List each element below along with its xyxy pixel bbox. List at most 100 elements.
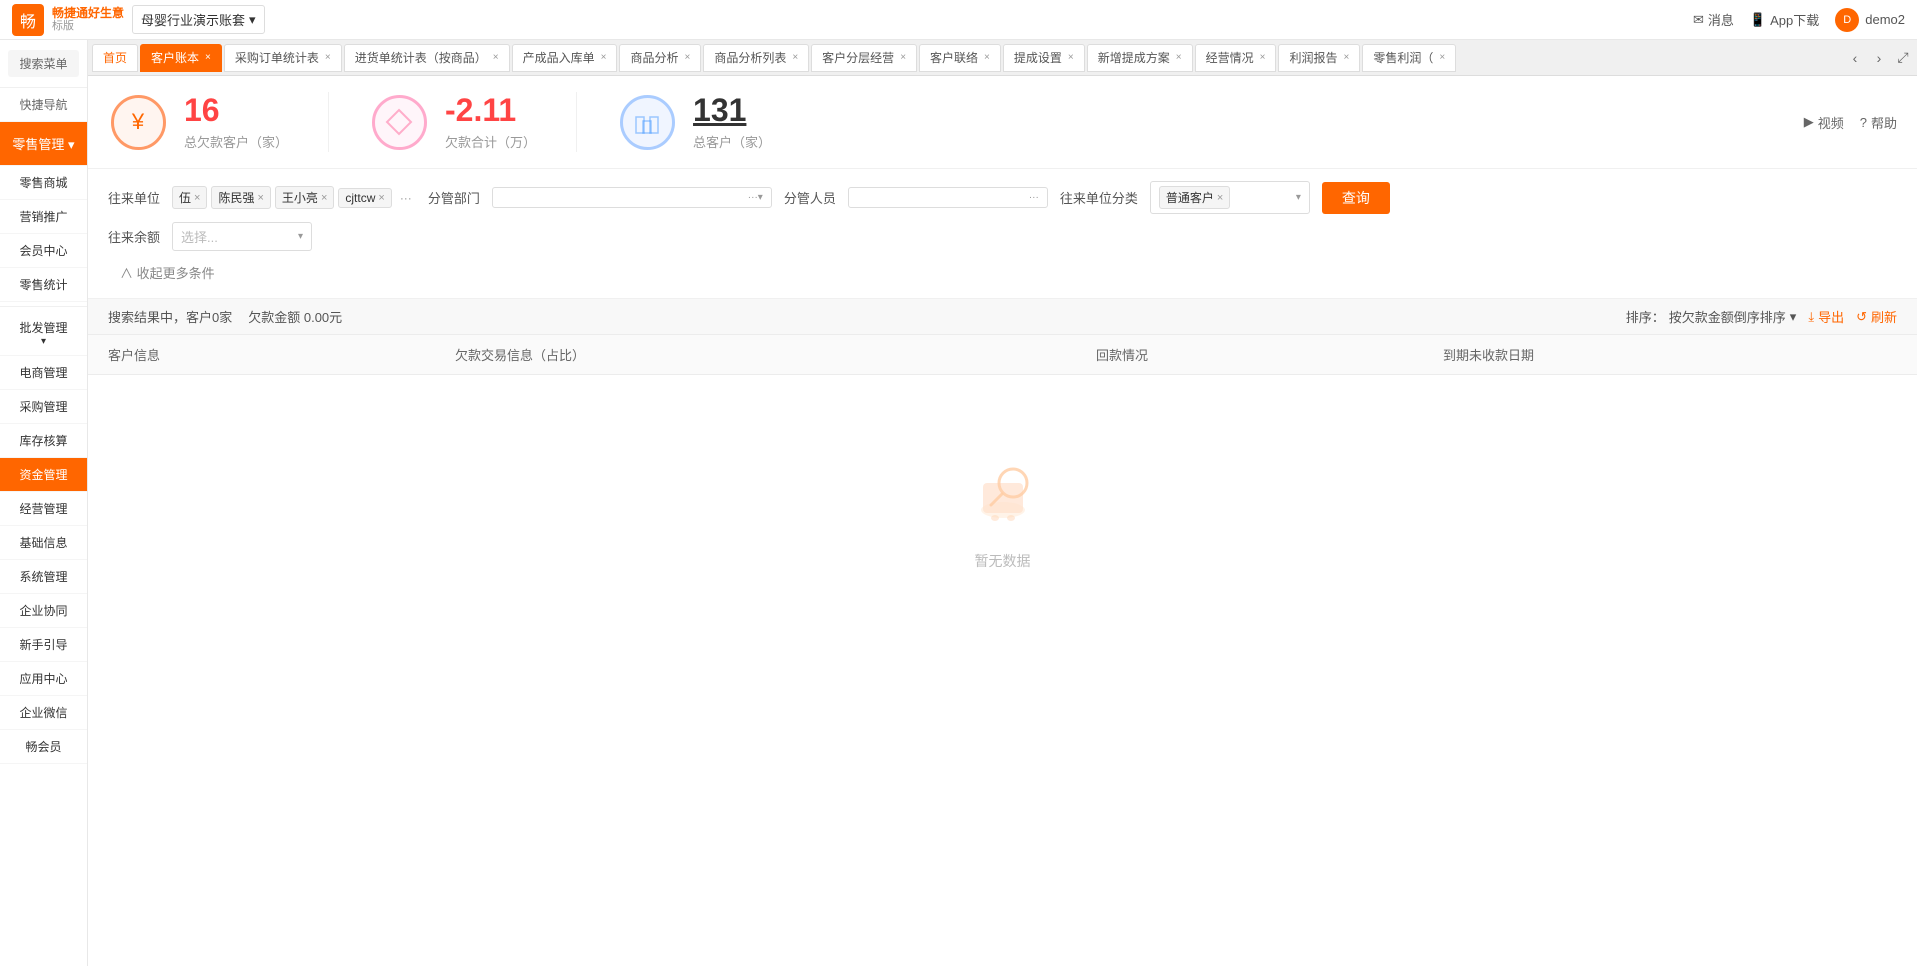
unit-class-select[interactable]: 普通客户 × ▾ [1150, 181, 1310, 214]
tab-product-analysis-list[interactable]: 商品分析列表 × [703, 44, 809, 72]
tab-close-icon[interactable]: × [1343, 52, 1349, 63]
collapse-btn[interactable]: ∧ 收起更多条件 [108, 259, 1897, 286]
col-repayment: 回款情况 [1076, 335, 1423, 375]
sort-label: 排序： [1626, 307, 1665, 326]
stat-value-all: 131 [693, 93, 771, 128]
results-actions: 排序： 按欠款金额倒序排序 ▾ ⤓ 导出 ↺ 刷新 [1626, 307, 1897, 326]
tab-customer-contact[interactable]: 客户联络 × [919, 44, 1001, 72]
tab-product-inbound[interactable]: 产成品入库单 × [512, 44, 618, 72]
tab-business[interactable]: 经营情况 × [1195, 44, 1277, 72]
store-selector[interactable]: 母婴行业演示账套 ▾ [132, 5, 265, 34]
sidebar-item-retail-mgmt[interactable]: 零售管理 ▾ [0, 122, 87, 166]
dept-select[interactable]: ··· ▾ [492, 187, 772, 208]
sidebar-item-inventory[interactable]: 库存核算 [0, 424, 87, 458]
export-btn[interactable]: ⤓ 导出 [1808, 307, 1844, 326]
filter-tag-unit: 伍 × [172, 186, 207, 209]
tab-customer-segment[interactable]: 客户分层经营 × [811, 44, 917, 72]
refresh-btn[interactable]: ↺ 刷新 [1856, 307, 1897, 326]
tag-close-icon[interactable]: × [378, 192, 384, 204]
balance-select[interactable]: 选择... ▾ [172, 222, 312, 251]
filter-tag-chenminqiang: 陈民强 × [211, 186, 270, 209]
logo-icon: 畅 [12, 4, 44, 36]
sidebar-item-retail-mall[interactable]: 零售商城 [0, 166, 87, 200]
tab-product-analysis[interactable]: 商品分析 × [619, 44, 701, 72]
unit-filter-label: 往来单位 [108, 188, 160, 207]
store-selector-arrow: ▾ [249, 12, 256, 28]
sidebar-item-member[interactable]: 会员中心 [0, 234, 87, 268]
sidebar-item-wholesale[interactable]: 批发管理 ▾ [0, 311, 87, 356]
tag-close-icon[interactable]: × [194, 192, 200, 204]
tab-new-promotion[interactable]: 新增提成方案 × [1087, 44, 1193, 72]
tab-close-icon[interactable]: × [325, 52, 331, 63]
sidebar-item-enterprise-wechat[interactable]: 企业微信 [0, 696, 87, 730]
sidebar-item-purchase[interactable]: 采购管理 [0, 390, 87, 424]
tab-close-icon[interactable]: × [1439, 52, 1445, 63]
sort-value: 按欠款金额倒序排序 [1669, 307, 1786, 326]
results-info: 搜索结果中，客户0家 欠款金额 0.00元 [108, 307, 342, 326]
tab-close-icon[interactable]: × [493, 52, 499, 63]
filter-tag-wangxiaoliang: 王小亮 × [275, 186, 334, 209]
tab-incoming-stat[interactable]: 进货单统计表（按商品） × [344, 44, 510, 72]
tab-close-icon[interactable]: × [1176, 52, 1182, 63]
empty-illustration [963, 455, 1043, 535]
sidebar-item-enterprise-coop[interactable]: 企业协同 [0, 594, 87, 628]
sidebar-item-sys[interactable]: 系统管理 [0, 560, 87, 594]
tab-close-icon[interactable]: × [984, 52, 990, 63]
sidebar-item-new-guide[interactable]: 新手引导 [0, 628, 87, 662]
debt-icon [372, 95, 427, 150]
tag-close-icon[interactable]: × [321, 192, 327, 204]
sidebar-item-retail-stats[interactable]: 零售统计 [0, 268, 87, 302]
empty-text: 暂无数据 [975, 551, 1031, 571]
tab-controls: ‹ › ⤢ [1845, 48, 1913, 68]
tab-close-icon[interactable]: × [1260, 52, 1266, 63]
tab-close-icon[interactable]: × [900, 52, 906, 63]
top-bar: 畅 畅捷通好生意 标版 母婴行业演示账套 ▾ ✉ 消息 📱 App下载 D de… [0, 0, 1917, 40]
help-link[interactable]: ? 帮助 [1860, 113, 1897, 132]
search-menu-btn[interactable]: 搜索菜单 [8, 50, 79, 77]
chevron-down-icon: ▾ [758, 192, 763, 203]
video-link[interactable]: ▶ 视频 [1804, 113, 1844, 132]
tab-close-icon[interactable]: × [601, 52, 607, 63]
sidebar-item-vip[interactable]: 畅会员 [0, 730, 87, 764]
quick-nav-btn[interactable]: 快捷导航 [0, 88, 87, 122]
stat-value-customers: 16 [184, 93, 288, 128]
tab-bar: 首页 客户账本 × 采购订单统计表 × 进货单统计表（按商品） × 产成品入库单… [88, 40, 1917, 76]
tab-home[interactable]: 首页 [92, 44, 138, 72]
tab-close-icon[interactable]: × [1068, 52, 1074, 63]
tab-customer-account[interactable]: 客户账本 × [140, 44, 222, 72]
app-download-btn[interactable]: 📱 App下载 [1750, 10, 1819, 29]
tag-close-icon[interactable]: × [257, 192, 263, 204]
message-icon: ✉ [1693, 12, 1704, 28]
sidebar-item-app-center[interactable]: 应用中心 [0, 662, 87, 696]
tab-next-btn[interactable]: › [1869, 48, 1889, 68]
user-info[interactable]: D demo2 [1835, 8, 1905, 32]
app-version: 标版 [52, 20, 124, 33]
sidebar-item-marketing[interactable]: 营销推广 [0, 200, 87, 234]
collapse-area: ∧ 收起更多条件 [108, 259, 1897, 286]
tab-close-icon[interactable]: × [684, 52, 690, 63]
tab-expand-btn[interactable]: ⤢ [1893, 48, 1913, 68]
sort-arrow-icon: ▾ [1790, 309, 1797, 325]
tab-retail-profit[interactable]: 零售利润（ × [1362, 44, 1456, 72]
sort-selector[interactable]: 排序： 按欠款金额倒序排序 ▾ [1626, 307, 1797, 326]
filter-more-btn[interactable]: ··· [396, 189, 416, 207]
tab-close-icon[interactable]: × [792, 52, 798, 63]
tab-purchase-order-stat[interactable]: 采购订单统计表 × [224, 44, 342, 72]
sidebar-item-basic-info[interactable]: 基础信息 [0, 526, 87, 560]
table-header-row: 客户信息 欠款交易信息（占比） 回款情况 到期未收款日期 [88, 335, 1917, 375]
tab-prev-btn[interactable]: ‹ [1845, 48, 1865, 68]
tab-close-icon[interactable]: × [205, 52, 211, 63]
stat-icon-debt [369, 92, 429, 152]
data-table: 客户信息 欠款交易信息（占比） 回款情况 到期未收款日期 [88, 335, 1917, 651]
download-icon: 📱 [1750, 12, 1766, 28]
person-select[interactable]: ··· [848, 187, 1048, 208]
message-btn[interactable]: ✉ 消息 [1693, 10, 1734, 29]
stat-total-all-customers: 131 总客户（家） [617, 92, 771, 152]
tag-close-icon[interactable]: × [1217, 192, 1223, 204]
sidebar-item-ops[interactable]: 经营管理 [0, 492, 87, 526]
sidebar-item-ecommerce[interactable]: 电商管理 [0, 356, 87, 390]
tab-profit-report[interactable]: 利润报告 × [1278, 44, 1360, 72]
sidebar-item-finance[interactable]: 资金管理 [0, 458, 87, 492]
query-button[interactable]: 查询 [1322, 182, 1390, 214]
tab-promotion-settings[interactable]: 提成设置 × [1003, 44, 1085, 72]
